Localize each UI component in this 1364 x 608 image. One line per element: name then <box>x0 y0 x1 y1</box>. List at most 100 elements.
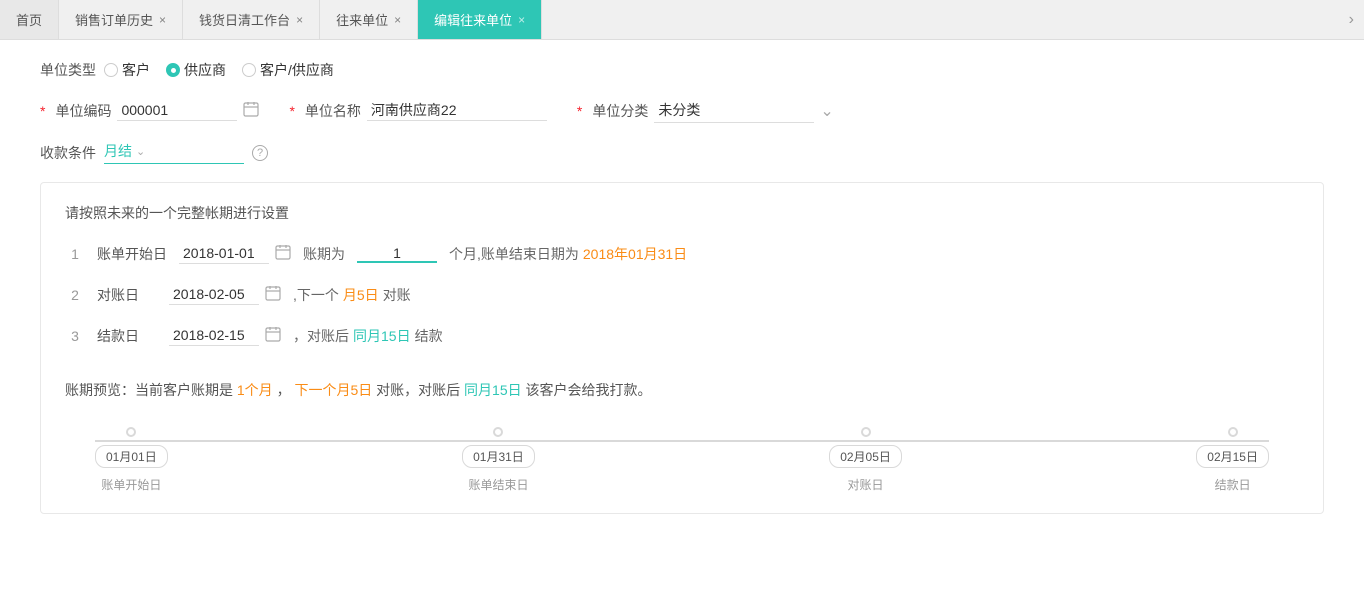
unit-code-group: * 单位编码 <box>40 100 259 121</box>
tab-bar: 首页 销售订单历史 × 钱货日清工作台 × 往来单位 × 编辑往来单位 × › <box>0 0 1364 40</box>
payment-value: 月结 <box>104 141 132 161</box>
tab-edit-partner-close[interactable]: × <box>518 13 525 27</box>
tab-sales-history[interactable]: 销售订单历史 × <box>59 0 183 39</box>
payment-dropdown-arrow: ⌄ <box>136 145 145 158</box>
row-2-highlight: 月5日 <box>343 285 379 305</box>
code-required-star: * <box>40 103 45 119</box>
row-1-label: 账单开始日 <box>97 244 167 264</box>
radio-supplier-circle <box>166 63 180 77</box>
timeline-items: 01月01日 账单开始日 01月31日 账单结束日 02月05日 对账日 <box>95 427 1269 493</box>
row-2-date-input[interactable] <box>169 284 259 305</box>
category-required-star: * <box>577 103 582 119</box>
preview-section: 账期预览：当前客户账期是 1个月 ， 下一个月5日 对账，对账后 同月15日 该… <box>65 366 1299 403</box>
tab-partner-label: 往来单位 <box>336 10 388 29</box>
radio-both[interactable]: 客户/供应商 <box>242 60 334 80</box>
timeline-label-3: 对账日 <box>848 476 884 493</box>
timeline-dot-1 <box>126 427 136 437</box>
row-3-num: 3 <box>65 328 85 344</box>
radio-both-circle <box>242 63 256 77</box>
timeline-dot-3 <box>861 427 871 437</box>
tab-cash-workbench-close[interactable]: × <box>296 13 303 27</box>
period-row-2: 2 对账日 ,下一个月5日对账 <box>65 284 1299 305</box>
timeline-badge-4: 02月15日 <box>1196 445 1269 468</box>
period-section: 请按照未来的一个完整帐期进行设置 1 账单开始日 账期为 个月,账单结束日期为 … <box>40 182 1324 514</box>
tab-sales-history-label: 销售订单历史 <box>75 10 153 29</box>
category-label: 单位分类 <box>592 101 648 121</box>
timeline-item-1: 01月01日 账单开始日 <box>95 427 168 493</box>
period-row-1: 1 账单开始日 账期为 个月,账单结束日期为 2018年01月31日 <box>65 243 1299 264</box>
preview-part2: 下一个月5日 <box>294 382 372 398</box>
timeline-label-4: 结款日 <box>1215 476 1251 493</box>
preview-prefix: 账期预览：当前客户账期是 <box>65 382 233 398</box>
row-2-desc: ,下一个月5日对账 <box>293 285 411 305</box>
row-2-label: 对账日 <box>97 285 157 305</box>
timeline-dot-2 <box>493 427 503 437</box>
tab-edit-partner[interactable]: 编辑往来单位 × <box>418 0 542 39</box>
code-name-category-row: * 单位编码 * 单位名称 * 单位分类 未分类 ⌄ <box>40 98 1324 123</box>
radio-customer-circle <box>104 63 118 77</box>
timeline-label-1: 账单开始日 <box>101 476 161 493</box>
code-label: 单位编码 <box>55 101 111 121</box>
radio-both-label: 客户/供应商 <box>260 60 334 80</box>
tab-partner[interactable]: 往来单位 × <box>320 0 418 39</box>
preview-mid1: ， <box>277 382 291 398</box>
period-row-3: 3 结款日 ，对账后同月15日结款 <box>65 325 1299 346</box>
main-content: 单位类型 客户 供应商 客户/供应商 * 单位编码 <box>0 40 1364 608</box>
name-label: 单位名称 <box>305 101 361 121</box>
row-1-date-group <box>179 243 291 264</box>
category-dropdown[interactable]: 未分类 <box>654 98 814 123</box>
radio-supplier[interactable]: 供应商 <box>166 60 226 80</box>
unit-name-group: * 单位名称 <box>289 100 546 121</box>
preview-mid2: 对账，对账后 <box>376 382 460 398</box>
timeline-item-4: 02月15日 结款日 <box>1196 427 1269 493</box>
row-3-desc: ，对账后同月15日结款 <box>293 326 443 346</box>
row-1-date-input[interactable] <box>179 243 269 264</box>
section-title: 请按照未来的一个完整帐期进行设置 <box>65 203 1299 223</box>
tab-edit-partner-label: 编辑往来单位 <box>434 10 512 29</box>
tab-cash-workbench[interactable]: 钱货日清工作台 × <box>183 0 320 39</box>
row-3-highlight: 同月15日 <box>353 326 411 346</box>
row-1-period-unit: 个月,账单结束日期为 2018年01月31日 <box>449 244 687 264</box>
row-2-date-group <box>169 284 281 305</box>
timeline-container: 01月01日 账单开始日 01月31日 账单结束日 02月05日 对账日 <box>65 427 1299 493</box>
row-1-period-input[interactable] <box>357 245 437 263</box>
tab-home-label: 首页 <box>16 10 42 29</box>
row-2-calendar-icon[interactable] <box>265 285 281 304</box>
name-input[interactable] <box>367 100 547 121</box>
unit-type-row: 单位类型 客户 供应商 客户/供应商 <box>40 60 1324 80</box>
row-3-calendar-icon[interactable] <box>265 326 281 345</box>
radio-supplier-label: 供应商 <box>184 60 226 80</box>
row-3-label: 结款日 <box>97 326 157 346</box>
timeline-label-2: 账单结束日 <box>468 476 528 493</box>
tab-cash-workbench-label: 钱货日清工作台 <box>199 10 290 29</box>
timeline-item-2: 01月31日 账单结束日 <box>462 427 535 493</box>
unit-category-group: * 单位分类 未分类 ⌄ <box>577 98 834 123</box>
category-dropdown-arrow[interactable]: ⌄ <box>820 101 833 121</box>
payment-help-icon[interactable]: ? <box>252 145 268 161</box>
row-2-num: 2 <box>65 287 85 303</box>
tab-sales-history-close[interactable]: × <box>159 13 166 27</box>
row-1-calendar-icon[interactable] <box>275 244 291 263</box>
radio-customer[interactable]: 客户 <box>104 60 150 80</box>
unit-type-label: 单位类型 <box>40 60 96 80</box>
row-1-period-prefix: 账期为 <box>303 244 345 264</box>
code-input[interactable] <box>117 100 237 121</box>
preview-suffix: 该客户会给我打款。 <box>526 382 652 398</box>
payment-dropdown[interactable]: 月结 ⌄ <box>104 141 244 164</box>
name-required-star: * <box>289 103 294 119</box>
row-3-date-input[interactable] <box>169 325 259 346</box>
preview-part3: 同月15日 <box>464 382 522 398</box>
timeline-badge-1: 01月01日 <box>95 445 168 468</box>
timeline-badge-2: 01月31日 <box>462 445 535 468</box>
row-1-period-end: 2018年01月31日 <box>583 244 687 264</box>
row-3-date-group <box>169 325 281 346</box>
category-value: 未分类 <box>658 100 700 120</box>
tab-home[interactable]: 首页 <box>0 0 59 39</box>
timeline-dot-4 <box>1228 427 1238 437</box>
timeline-badge-3: 02月05日 <box>829 445 902 468</box>
code-calendar-icon[interactable] <box>243 101 259 120</box>
payment-row: 收款条件 月结 ⌄ ? <box>40 141 1324 164</box>
preview-part1: 1个月 <box>237 382 273 398</box>
tab-bar-right-arrow[interactable]: › <box>1339 11 1364 29</box>
tab-partner-close[interactable]: × <box>394 13 401 27</box>
